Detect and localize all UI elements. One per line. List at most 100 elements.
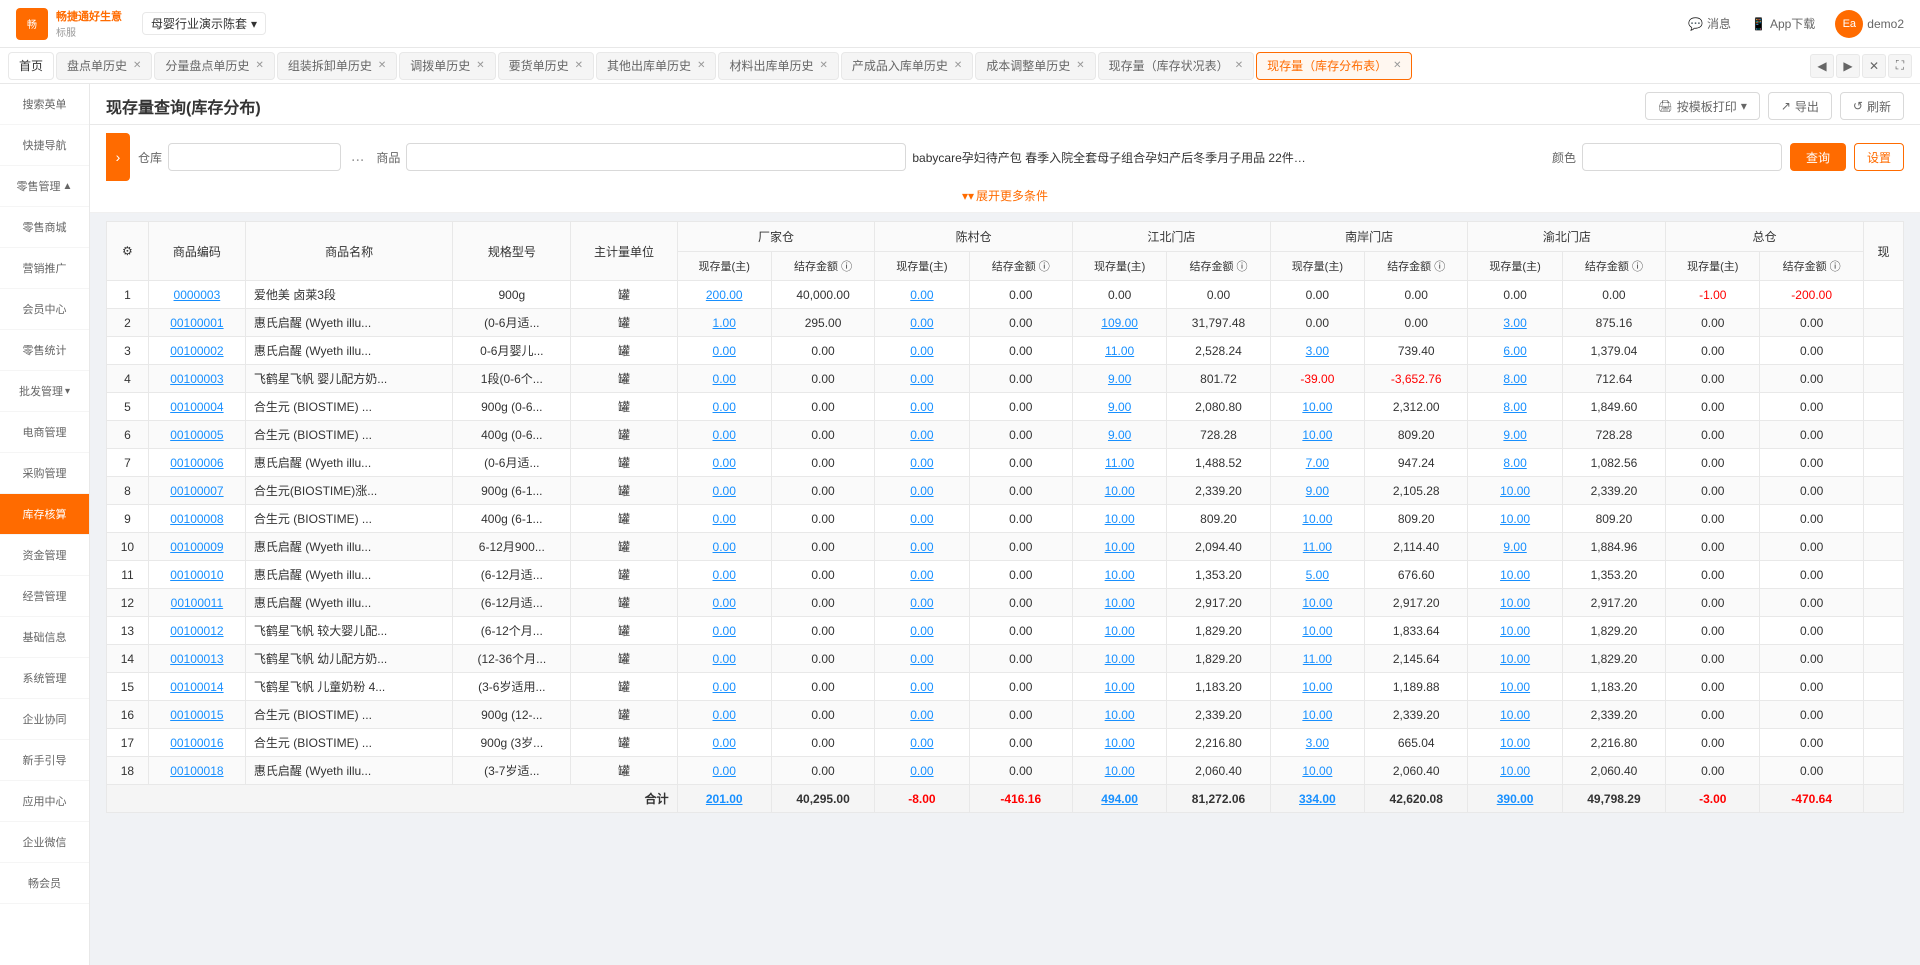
- setting-btn[interactable]: 设置: [1854, 143, 1904, 171]
- table-cell[interactable]: 0.00: [875, 309, 969, 337]
- sidebar-item-retailshop[interactable]: 零售商城: [0, 207, 89, 248]
- sidebar-item-retailstat[interactable]: 零售统计: [0, 330, 89, 371]
- table-cell[interactable]: 0.00: [875, 729, 969, 757]
- table-cell[interactable]: 10.00: [1468, 701, 1562, 729]
- sidebar-item-collab[interactable]: 企业协同: [0, 699, 89, 740]
- table-cell[interactable]: 00100009: [148, 533, 245, 561]
- table-cell[interactable]: 00100005: [148, 421, 245, 449]
- table-cell[interactable]: 00100016: [148, 729, 245, 757]
- tab-splitstock-close[interactable]: ✕: [255, 60, 263, 71]
- table-cell[interactable]: 0.00: [875, 645, 969, 673]
- table-cell[interactable]: 00100014: [148, 673, 245, 701]
- table-cell[interactable]: 10.00: [1270, 393, 1364, 421]
- table-cell[interactable]: 0.00: [677, 729, 771, 757]
- user-area[interactable]: Ea demo2: [1835, 10, 1904, 38]
- table-cell[interactable]: 0.00: [875, 673, 969, 701]
- table-cell[interactable]: 0.00: [875, 421, 969, 449]
- table-cell[interactable]: 10.00: [1468, 617, 1562, 645]
- summary-yubei-qty[interactable]: 390.00: [1468, 785, 1562, 813]
- table-cell[interactable]: 0.00: [875, 561, 969, 589]
- table-cell[interactable]: 0.00: [875, 393, 969, 421]
- print-btn[interactable]: 🖨 按模板打印 ▾: [1645, 92, 1760, 120]
- table-cell[interactable]: 0.00: [875, 757, 969, 785]
- tab-materialout[interactable]: 材料出库单历史 ✕: [718, 52, 838, 80]
- color-input[interactable]: [1582, 143, 1782, 171]
- tab-productin[interactable]: 产成品入库单历史 ✕: [841, 52, 973, 80]
- table-cell[interactable]: 0.00: [677, 393, 771, 421]
- table-cell[interactable]: 0.00: [875, 365, 969, 393]
- tab-productin-close[interactable]: ✕: [954, 60, 962, 71]
- tab-transfer[interactable]: 调拨单历史 ✕: [399, 52, 495, 80]
- warehouse-dots-btn[interactable]: ...: [347, 148, 368, 166]
- table-cell[interactable]: 10.00: [1270, 701, 1364, 729]
- filter-toggle-btn[interactable]: ›: [106, 133, 130, 181]
- table-cell[interactable]: 0.00: [677, 477, 771, 505]
- table-cell[interactable]: 109.00: [1073, 309, 1167, 337]
- table-cell[interactable]: 8.00: [1468, 393, 1562, 421]
- table-cell[interactable]: 00100002: [148, 337, 245, 365]
- tab-assembly-close[interactable]: ✕: [378, 60, 386, 71]
- table-cell[interactable]: 0.00: [677, 533, 771, 561]
- tab-otherout[interactable]: 其他出库单历史 ✕: [596, 52, 716, 80]
- table-cell[interactable]: 10.00: [1073, 561, 1167, 589]
- tab-transfer-close[interactable]: ✕: [476, 60, 484, 71]
- table-cell[interactable]: 00100001: [148, 309, 245, 337]
- table-cell[interactable]: 0.00: [875, 449, 969, 477]
- tab-requisition-close[interactable]: ✕: [575, 60, 583, 71]
- warehouse-input[interactable]: [168, 143, 341, 171]
- tab-materialout-close[interactable]: ✕: [819, 60, 827, 71]
- table-cell[interactable]: 10.00: [1468, 645, 1562, 673]
- table-cell[interactable]: 10.00: [1073, 505, 1167, 533]
- table-cell[interactable]: 9.00: [1468, 421, 1562, 449]
- sidebar-item-guide[interactable]: 新手引导: [0, 740, 89, 781]
- sidebar-item-ecommerce[interactable]: 电商管理: [0, 412, 89, 453]
- message-btn[interactable]: 💬 消息: [1688, 15, 1731, 32]
- table-cell[interactable]: 00100006: [148, 449, 245, 477]
- table-cell[interactable]: 10.00: [1073, 645, 1167, 673]
- summary-jiangbei-qty[interactable]: 494.00: [1073, 785, 1167, 813]
- table-cell[interactable]: 0.00: [875, 505, 969, 533]
- table-cell[interactable]: 11.00: [1073, 449, 1167, 477]
- sidebar-item-retail[interactable]: 零售管理 ▲: [0, 166, 89, 207]
- sidebar-item-apps[interactable]: 应用中心: [0, 781, 89, 822]
- table-cell[interactable]: 00100012: [148, 617, 245, 645]
- table-cell[interactable]: 10.00: [1073, 673, 1167, 701]
- table-cell[interactable]: 10.00: [1270, 589, 1364, 617]
- table-cell[interactable]: 9.00: [1073, 393, 1167, 421]
- table-cell[interactable]: 00100003: [148, 365, 245, 393]
- table-cell[interactable]: 6.00: [1468, 337, 1562, 365]
- table-cell[interactable]: 10.00: [1073, 477, 1167, 505]
- sidebar-item-marketing[interactable]: 营销推广: [0, 248, 89, 289]
- table-cell[interactable]: 00100015: [148, 701, 245, 729]
- tab-otherout-close[interactable]: ✕: [697, 60, 705, 71]
- table-cell[interactable]: 00100004: [148, 393, 245, 421]
- expand-conditions-btn[interactable]: ▾▾ 展开更多条件: [962, 187, 1048, 204]
- summary-total-qty[interactable]: -3.00: [1666, 785, 1760, 813]
- tab-close-all-btn[interactable]: ✕: [1862, 54, 1886, 78]
- table-cell[interactable]: 10.00: [1468, 589, 1562, 617]
- sidebar-item-quicknav[interactable]: 快捷导航: [0, 125, 89, 166]
- table-cell[interactable]: 3.00: [1270, 337, 1364, 365]
- tab-costadjust-close[interactable]: ✕: [1076, 60, 1084, 71]
- table-cell[interactable]: 10.00: [1270, 617, 1364, 645]
- table-cell[interactable]: 0.00: [875, 533, 969, 561]
- table-cell[interactable]: 0.00: [677, 701, 771, 729]
- table-cell[interactable]: 10.00: [1468, 505, 1562, 533]
- tab-home[interactable]: 首页: [8, 52, 54, 80]
- sidebar-item-system[interactable]: 系统管理: [0, 658, 89, 699]
- table-cell[interactable]: 0.00: [875, 337, 969, 365]
- tab-stockpoint-close[interactable]: ✕: [133, 60, 141, 71]
- tab-stockpoint[interactable]: 盘点单历史 ✕: [56, 52, 152, 80]
- tab-stockdist[interactable]: 现存量（库存分布表） ✕: [1256, 52, 1412, 80]
- table-cell[interactable]: 0.00: [677, 589, 771, 617]
- table-cell[interactable]: 10.00: [1468, 561, 1562, 589]
- table-cell[interactable]: 0.00: [875, 589, 969, 617]
- table-cell[interactable]: 9.00: [1270, 477, 1364, 505]
- sidebar-item-corpwx[interactable]: 企业微信: [0, 822, 89, 863]
- table-cell[interactable]: 11.00: [1270, 533, 1364, 561]
- table-cell[interactable]: 0.00: [677, 337, 771, 365]
- table-cell[interactable]: 3.00: [1270, 729, 1364, 757]
- table-cell[interactable]: 5.00: [1270, 561, 1364, 589]
- table-cell[interactable]: 0.00: [677, 645, 771, 673]
- tab-requisition[interactable]: 要货单历史 ✕: [498, 52, 594, 80]
